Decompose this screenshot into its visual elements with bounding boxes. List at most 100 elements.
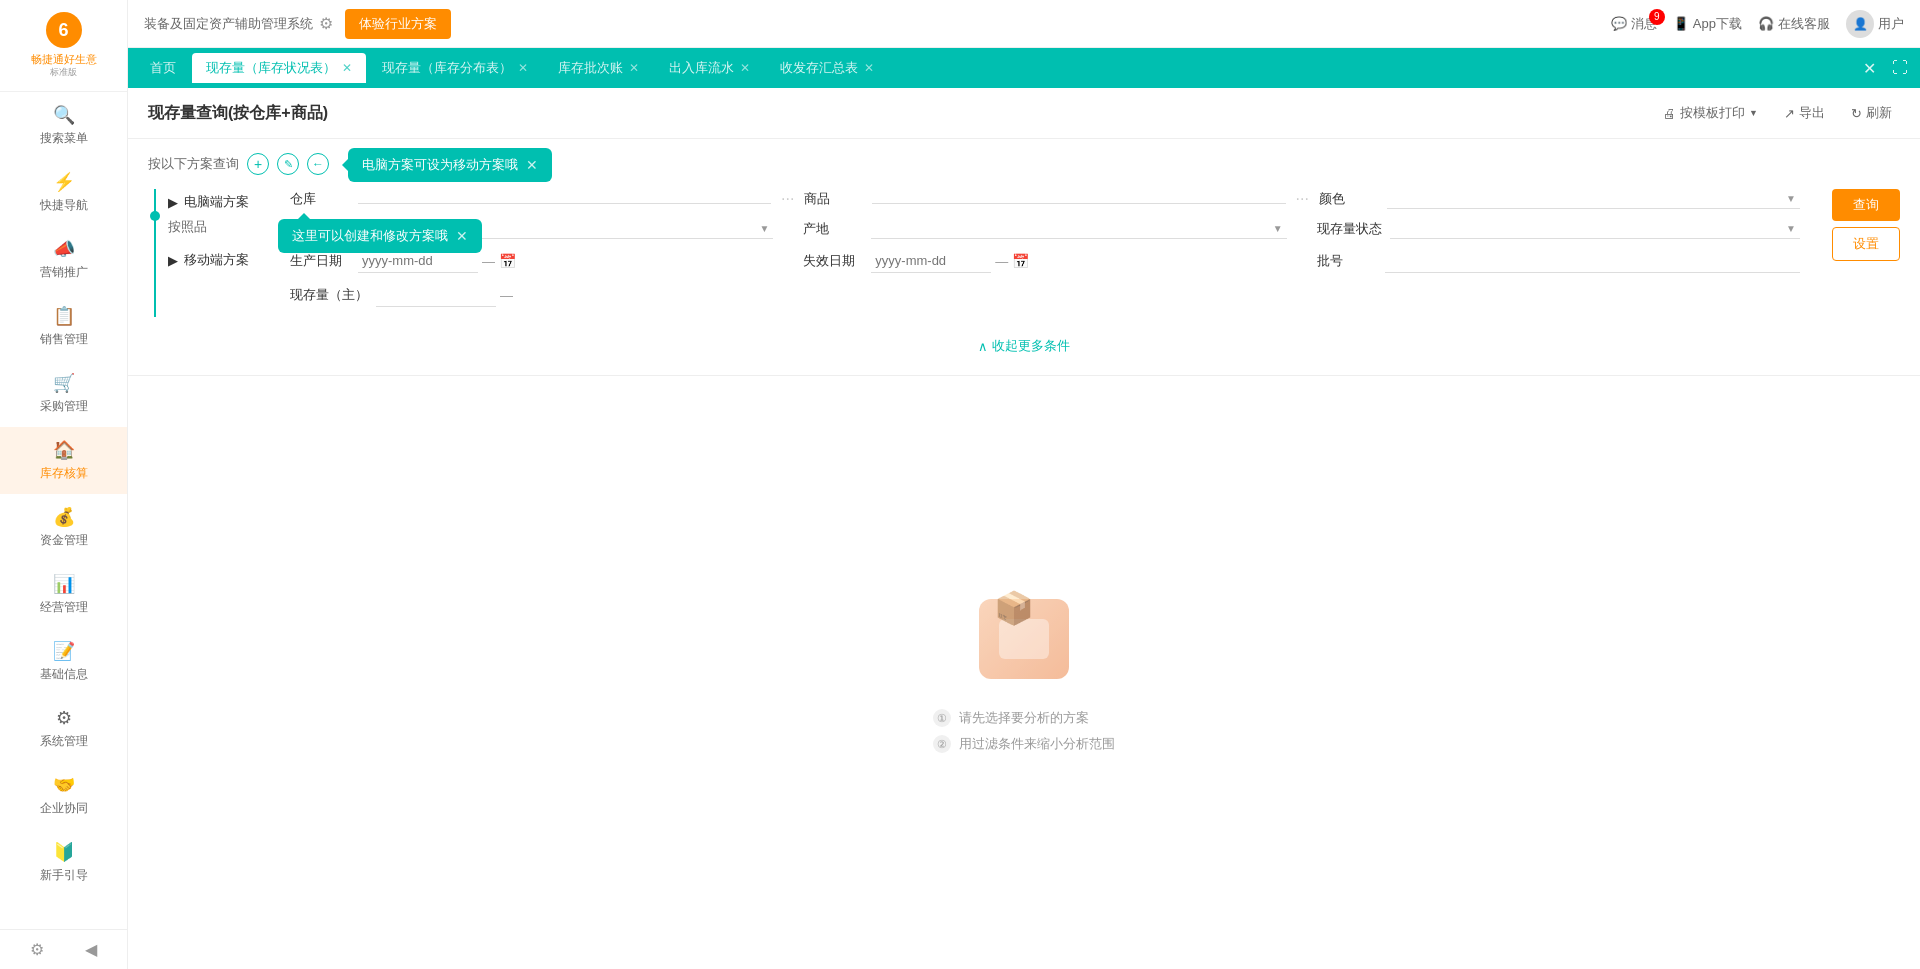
message-badge: 9 xyxy=(1649,9,1665,25)
flash-icon: ⚡ xyxy=(53,171,75,193)
warehouse-dots[interactable]: ··· xyxy=(781,190,794,208)
tab-inventory-status-label: 现存量（库存状况表） xyxy=(206,59,336,77)
sidebar-item-label: 经营管理 xyxy=(40,599,88,616)
sidebar-item-quick-nav[interactable]: ⚡ 快捷导航 xyxy=(0,159,127,226)
filter-row-4: 现存量（主） — xyxy=(290,283,1800,307)
tab-batch-ledger[interactable]: 库存批次账 ✕ xyxy=(544,53,653,83)
warehouse-select[interactable] xyxy=(358,195,771,204)
print-label: 按模板打印 xyxy=(1680,104,1745,122)
tab-inventory-status-close[interactable]: ✕ xyxy=(342,61,352,75)
tab-inventory-status[interactable]: 现存量（库存状况表） ✕ xyxy=(192,53,366,83)
reset-btn[interactable]: 设置 xyxy=(1832,227,1900,261)
sidebar-item-system[interactable]: ⚙ 系统管理 xyxy=(0,695,127,762)
sidebar-item-inventory[interactable]: 🏠 库存核算 xyxy=(0,427,127,494)
sidebar-item-purchase[interactable]: 🛒 采购管理 xyxy=(0,360,127,427)
system-name: 装备及固定资产辅助管理系统 xyxy=(144,15,313,33)
print-icon: 🖨 xyxy=(1663,106,1676,121)
filter-row-3: 生产日期 — 📅 失效日期 — 📅 批号 xyxy=(290,249,1800,273)
color-select[interactable]: ▼ xyxy=(1387,189,1800,209)
tab-batch-ledger-close[interactable]: ✕ xyxy=(629,61,639,75)
collapse-btn[interactable]: ∧ 收起更多条件 xyxy=(148,327,1900,361)
production-date-calendar-icon[interactable]: 📅 xyxy=(499,253,516,269)
collapse-sidebar-icon[interactable]: ◀ xyxy=(85,940,97,959)
expand-tabs-icon[interactable]: ⛶ xyxy=(1888,55,1912,82)
desktop-scheme-arrow: ▶ xyxy=(168,195,178,210)
trial-btn[interactable]: 体验行业方案 xyxy=(345,9,451,39)
filter-header: 按以下方案查询 + ✎ ← 电脑方案可设为移动方案哦 ✕ xyxy=(148,153,1900,175)
sidebar-item-marketing[interactable]: 📣 营销推广 xyxy=(0,226,127,293)
settings-footer-icon[interactable]: ⚙ xyxy=(30,940,44,959)
size-dropdown-icon: ▼ xyxy=(759,223,769,234)
mobile-scheme-label: 移动端方案 xyxy=(184,251,249,269)
product-select[interactable] xyxy=(872,195,1285,204)
export-label: 导出 xyxy=(1799,104,1825,122)
topbar-right: 💬 消息 9 📱 App下载 🎧 在线客服 👤 用户 xyxy=(1611,10,1904,38)
sidebar-item-operations[interactable]: 📊 经营管理 xyxy=(0,561,127,628)
tooltip1-close-btn[interactable]: ✕ xyxy=(526,157,538,173)
topbar-settings-icon[interactable]: ⚙ xyxy=(319,14,333,33)
refresh-label: 刷新 xyxy=(1866,104,1892,122)
filter-edit-btn[interactable]: ✎ xyxy=(277,153,299,175)
sidebar-item-enterprise[interactable]: 🤝 企业协同 xyxy=(0,762,127,829)
app-download-item[interactable]: 📱 App下载 xyxy=(1673,15,1742,33)
tabs-actions: ✕ ⛶ xyxy=(1859,55,1912,82)
tooltip1-text: 电脑方案可设为移动方案哦 xyxy=(362,156,518,174)
logo-icon: 6 xyxy=(46,12,82,48)
online-service-item[interactable]: 🎧 在线客服 xyxy=(1758,15,1830,33)
marketing-icon: 📣 xyxy=(53,238,75,260)
app-download-label: App下载 xyxy=(1693,15,1742,33)
app-badge: 标准版 xyxy=(50,66,77,79)
tab-receive-send-label: 收发存汇总表 xyxy=(780,59,858,77)
message-item[interactable]: 💬 消息 9 xyxy=(1611,15,1657,33)
tab-inout-flow[interactable]: 出入库流水 ✕ xyxy=(655,53,764,83)
tooltip-create-scheme: 这里可以创建和修改方案哦 ✕ xyxy=(278,219,482,253)
sidebar-item-label: 销售管理 xyxy=(40,331,88,348)
print-btn[interactable]: 🖨 按模板打印 ▼ xyxy=(1655,100,1766,126)
sidebar-item-search[interactable]: 🔍 搜索菜单 xyxy=(0,92,127,159)
user-label: 用户 xyxy=(1878,15,1904,33)
tab-receive-send-close[interactable]: ✕ xyxy=(864,61,874,75)
tab-home[interactable]: 首页 xyxy=(136,53,190,83)
empty-tips: ① 请先选择要分析的方案 ② 用过滤条件来缩小分析范围 xyxy=(933,705,1115,757)
batch-input[interactable] xyxy=(1385,249,1800,273)
product-dots[interactable]: ··· xyxy=(1296,190,1309,208)
service-icon: 🎧 xyxy=(1758,16,1774,31)
query-btn[interactable]: 查询 xyxy=(1832,189,1900,221)
logo-area: 6 畅捷通好生意 标准版 xyxy=(0,0,127,92)
stock-qty-min[interactable] xyxy=(376,283,496,307)
scheme-group-mobile-header[interactable]: ▶ 移动端方案 xyxy=(148,247,278,273)
tooltip2-close-btn[interactable]: ✕ xyxy=(456,228,468,244)
stock-status-dropdown-icon: ▼ xyxy=(1786,223,1796,234)
sidebar-item-base-info[interactable]: 📝 基础信息 xyxy=(0,628,127,695)
tab-receive-send[interactable]: 收发存汇总表 ✕ xyxy=(766,53,888,83)
origin-select[interactable]: ▼ xyxy=(871,219,1286,239)
sidebar-item-label: 采购管理 xyxy=(40,398,88,415)
sidebar-item-label: 资金管理 xyxy=(40,532,88,549)
tab-inventory-dist-close[interactable]: ✕ xyxy=(518,61,528,75)
sales-icon: 📋 xyxy=(53,305,75,327)
finance-icon: 💰 xyxy=(53,506,75,528)
expiry-date-start[interactable] xyxy=(871,249,991,273)
user-area[interactable]: 👤 用户 xyxy=(1846,10,1904,38)
refresh-btn[interactable]: ↻ 刷新 xyxy=(1843,100,1900,126)
scheme-item-product[interactable]: 按照品 xyxy=(148,215,278,239)
scheme-group-desktop-header[interactable]: ▶ 电脑端方案 xyxy=(148,189,278,215)
page-title: 现存量查询(按仓库+商品) xyxy=(148,103,328,124)
tab-inventory-dist[interactable]: 现存量（库存分布表） ✕ xyxy=(368,53,542,83)
export-btn[interactable]: ↗ 导出 xyxy=(1776,100,1833,126)
tip-num-2: ② xyxy=(933,735,951,753)
sidebar-item-sales[interactable]: 📋 销售管理 xyxy=(0,293,127,360)
sidebar-item-finance[interactable]: 💰 资金管理 xyxy=(0,494,127,561)
sidebar-item-guide[interactable]: 🔰 新手引导 xyxy=(0,829,127,896)
sidebar-item-label: 新手引导 xyxy=(40,867,88,884)
stock-status-label: 现存量状态 xyxy=(1317,220,1382,238)
enterprise-icon: 🤝 xyxy=(53,774,75,796)
expiry-date-calendar-icon[interactable]: 📅 xyxy=(1012,253,1029,269)
close-all-tabs-icon[interactable]: ✕ xyxy=(1859,55,1880,82)
filter-add-btn[interactable]: + xyxy=(247,153,269,175)
filter-arrow-btn[interactable]: ← xyxy=(307,153,329,175)
tabs-bar: 首页 现存量（库存状况表） ✕ 现存量（库存分布表） ✕ 库存批次账 ✕ 出入库… xyxy=(128,48,1920,88)
tab-inout-flow-close[interactable]: ✕ xyxy=(740,61,750,75)
stock-status-select[interactable]: ▼ xyxy=(1390,219,1800,239)
tab-home-label: 首页 xyxy=(150,59,176,77)
